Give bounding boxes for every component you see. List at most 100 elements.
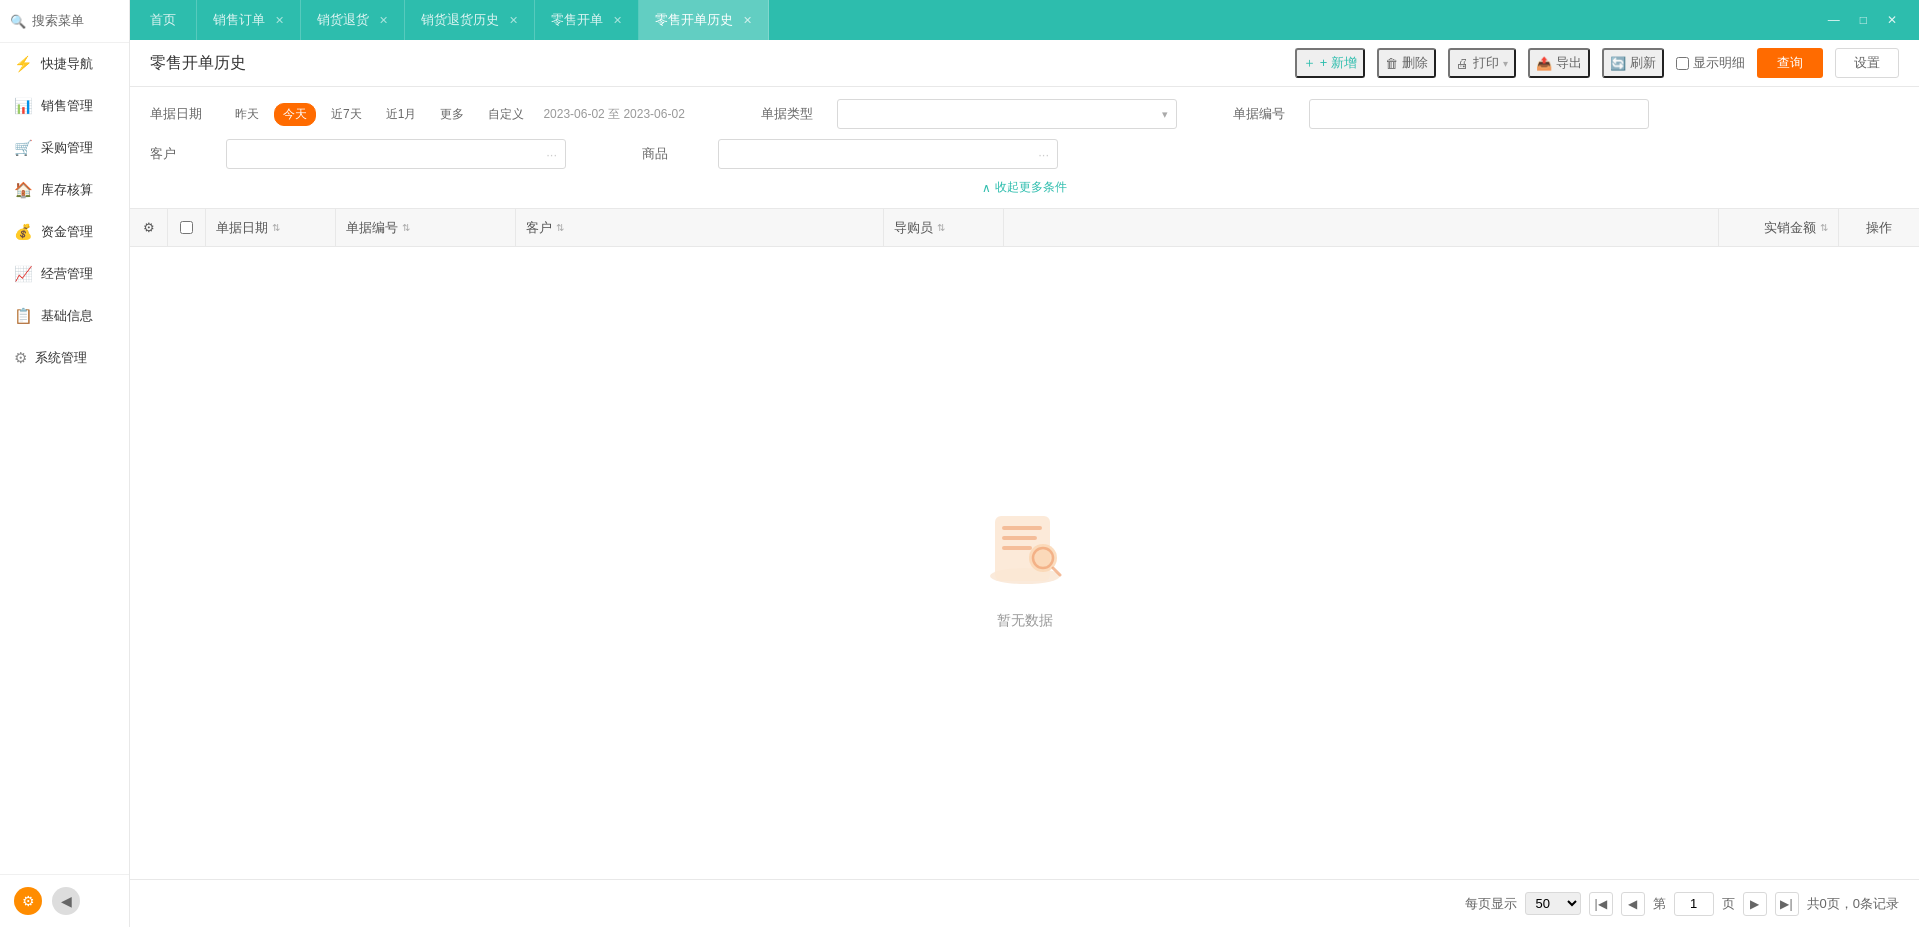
th-checkbox[interactable] <box>168 209 206 246</box>
date-yesterday-btn[interactable]: 昨天 <box>226 103 268 126</box>
tab-sales-return-history[interactable]: 销货退货历史 ✕ <box>405 0 535 40</box>
tab-sales-return-close[interactable]: ✕ <box>379 14 388 27</box>
tab-retail-open-close[interactable]: ✕ <box>613 14 622 27</box>
per-page-label: 每页显示 <box>1465 895 1517 913</box>
first-page-button[interactable]: |◀ <box>1589 892 1613 916</box>
th-amount[interactable]: 实销金额 ⇅ <box>1719 209 1839 246</box>
finance-icon: 💰 <box>14 223 33 241</box>
page-number-input[interactable] <box>1674 892 1714 916</box>
tab-sales-return[interactable]: 销货退货 ✕ <box>301 0 405 40</box>
customer-dots[interactable]: ··· <box>546 147 557 162</box>
th-order-no[interactable]: 单据编号 ⇅ <box>336 209 516 246</box>
delete-button[interactable]: 🗑 删除 <box>1377 48 1436 78</box>
add-button[interactable]: ＋ + 新增 <box>1295 48 1365 78</box>
sidebar-item-label: 经营管理 <box>41 265 93 283</box>
refresh-icon: 🔄 <box>1610 56 1626 71</box>
last-page-button[interactable]: ▶| <box>1775 892 1799 916</box>
order-no-input[interactable] <box>1309 99 1649 129</box>
th-order-no-label: 单据编号 <box>346 219 398 237</box>
customer-input[interactable]: ··· <box>226 139 566 169</box>
total-info: 共0页，0条记录 <box>1807 895 1899 913</box>
next-page-button[interactable]: ▶ <box>1743 892 1767 916</box>
sidebar-item-finance[interactable]: 💰 资金管理 <box>0 211 129 253</box>
sidebar-item-basic-info[interactable]: 📋 基础信息 <box>0 295 129 337</box>
order-no-label: 单据编号 <box>1233 105 1293 123</box>
th-amount-sort-icon: ⇅ <box>1820 222 1828 233</box>
filter-row-1: 单据日期 昨天 今天 近7天 近1月 更多 自定义 2023-06-02 至 2… <box>150 99 1899 129</box>
query-button[interactable]: 查询 <box>1757 48 1823 78</box>
collapse-label: 收起更多条件 <box>995 179 1067 196</box>
date-more-btn[interactable]: 更多 <box>431 103 473 126</box>
pagination: 每页显示 50 100 200 |◀ ◀ 第 页 ▶ ▶| 共0页，0条记录 <box>130 879 1919 927</box>
export-button[interactable]: 📤 导出 <box>1528 48 1590 78</box>
sales-mgmt-icon: 📊 <box>14 97 33 115</box>
tab-retail-open[interactable]: 零售开单 ✕ <box>535 0 639 40</box>
th-date[interactable]: 单据日期 ⇅ <box>206 209 336 246</box>
main-area: 首页 销售订单 ✕ 销货退货 ✕ 销货退货历史 ✕ 零售开单 ✕ 零售开单历史 … <box>130 0 1919 927</box>
setting-button[interactable]: 设置 <box>1835 48 1899 78</box>
export-label: 导出 <box>1556 54 1582 72</box>
quick-nav-icon: ⚡ <box>14 55 33 73</box>
goods-dots[interactable]: ··· <box>1038 147 1049 162</box>
refresh-label: 刷新 <box>1630 54 1656 72</box>
sidebar: 🔍 搜索菜单 ⚡ 快捷导航 📊 销售管理 🛒 采购管理 🏠 库存核算 💰 资金管… <box>0 0 130 927</box>
th-guide-label: 导购员 <box>894 219 933 237</box>
order-type-select[interactable]: ▾ <box>837 99 1177 129</box>
empty-text: 暂无数据 <box>997 612 1053 630</box>
tab-home[interactable]: 首页 <box>130 0 197 40</box>
th-guide[interactable]: 导购员 ⇅ <box>884 209 1004 246</box>
prev-page-button[interactable]: ◀ <box>1621 892 1645 916</box>
print-button[interactable]: 🖨 打印 ▾ <box>1448 48 1516 78</box>
date-7days-btn[interactable]: 近7天 <box>322 103 371 126</box>
th-space <box>1004 209 1719 246</box>
settings-gear-button[interactable]: ⚙ <box>14 887 42 915</box>
date-custom-btn[interactable]: 自定义 <box>479 103 533 126</box>
display-detail-checkbox[interactable] <box>1676 57 1689 70</box>
th-action-label: 操作 <box>1866 219 1892 237</box>
date-today-btn[interactable]: 今天 <box>274 103 316 126</box>
print-label: 打印 <box>1473 54 1499 72</box>
sidebar-item-sales-mgmt[interactable]: 📊 销售管理 <box>0 85 129 127</box>
sidebar-item-purchase-mgmt[interactable]: 🛒 采购管理 <box>0 127 129 169</box>
date-range-text: 2023-06-02 至 2023-06-02 <box>543 106 684 123</box>
th-order-sort-icon: ⇅ <box>402 222 410 233</box>
filter-collapse-row[interactable]: ∧ 收起更多条件 <box>150 179 1899 196</box>
tab-sales-return-label: 销货退货 <box>317 11 369 29</box>
goods-input[interactable]: ··· <box>718 139 1058 169</box>
close-button[interactable]: ✕ <box>1881 11 1903 29</box>
tab-bar: 首页 销售订单 ✕ 销货退货 ✕ 销货退货历史 ✕ 零售开单 ✕ 零售开单历史 … <box>130 0 1919 40</box>
print-chevron-icon: ▾ <box>1503 58 1508 69</box>
th-amount-label: 实销金额 <box>1764 219 1816 237</box>
sidebar-item-system[interactable]: ⚙ 系统管理 <box>0 337 129 379</box>
tab-sales-return-history-close[interactable]: ✕ <box>509 14 518 27</box>
svg-rect-3 <box>1002 536 1037 540</box>
sidebar-item-inventory[interactable]: 🏠 库存核算 <box>0 169 129 211</box>
tab-sales-order[interactable]: 销售订单 ✕ <box>197 0 301 40</box>
refresh-button[interactable]: 🔄 刷新 <box>1602 48 1664 78</box>
sidebar-bottom: ⚙ ◀ <box>0 874 129 927</box>
delete-label: 删除 <box>1402 54 1428 72</box>
minimize-button[interactable]: — <box>1822 11 1846 29</box>
tab-retail-open-history[interactable]: 零售开单历史 ✕ <box>639 0 769 40</box>
th-customer[interactable]: 客户 ⇅ <box>516 209 884 246</box>
per-page-select[interactable]: 50 100 200 <box>1525 892 1581 915</box>
th-guide-sort-icon: ⇅ <box>937 222 945 233</box>
maximize-button[interactable]: □ <box>1854 11 1873 29</box>
tab-sales-order-close[interactable]: ✕ <box>275 14 284 27</box>
page-label-after: 页 <box>1722 895 1735 913</box>
select-all-checkbox[interactable] <box>180 221 193 234</box>
sidebar-item-label: 基础信息 <box>41 307 93 325</box>
date-1month-btn[interactable]: 近1月 <box>377 103 426 126</box>
content-area: 零售开单历史 ＋ + 新增 🗑 删除 🖨 打印 ▾ 📤 导出 <box>130 40 1919 927</box>
tab-retail-open-history-label: 零售开单历史 <box>655 11 733 29</box>
delete-icon: 🗑 <box>1385 56 1398 71</box>
sidebar-collapse-button[interactable]: ◀ <box>52 887 80 915</box>
sidebar-item-operation[interactable]: 📈 经营管理 <box>0 253 129 295</box>
sidebar-search[interactable]: 🔍 搜索菜单 <box>0 0 129 43</box>
display-detail-toggle[interactable]: 显示明细 <box>1676 54 1745 72</box>
th-settings[interactable]: ⚙ <box>130 209 168 246</box>
sidebar-item-quick-nav[interactable]: ⚡ 快捷导航 <box>0 43 129 85</box>
sidebar-item-label: 系统管理 <box>35 349 87 367</box>
tab-retail-open-history-close[interactable]: ✕ <box>743 14 752 27</box>
add-icon: ＋ <box>1303 54 1316 72</box>
